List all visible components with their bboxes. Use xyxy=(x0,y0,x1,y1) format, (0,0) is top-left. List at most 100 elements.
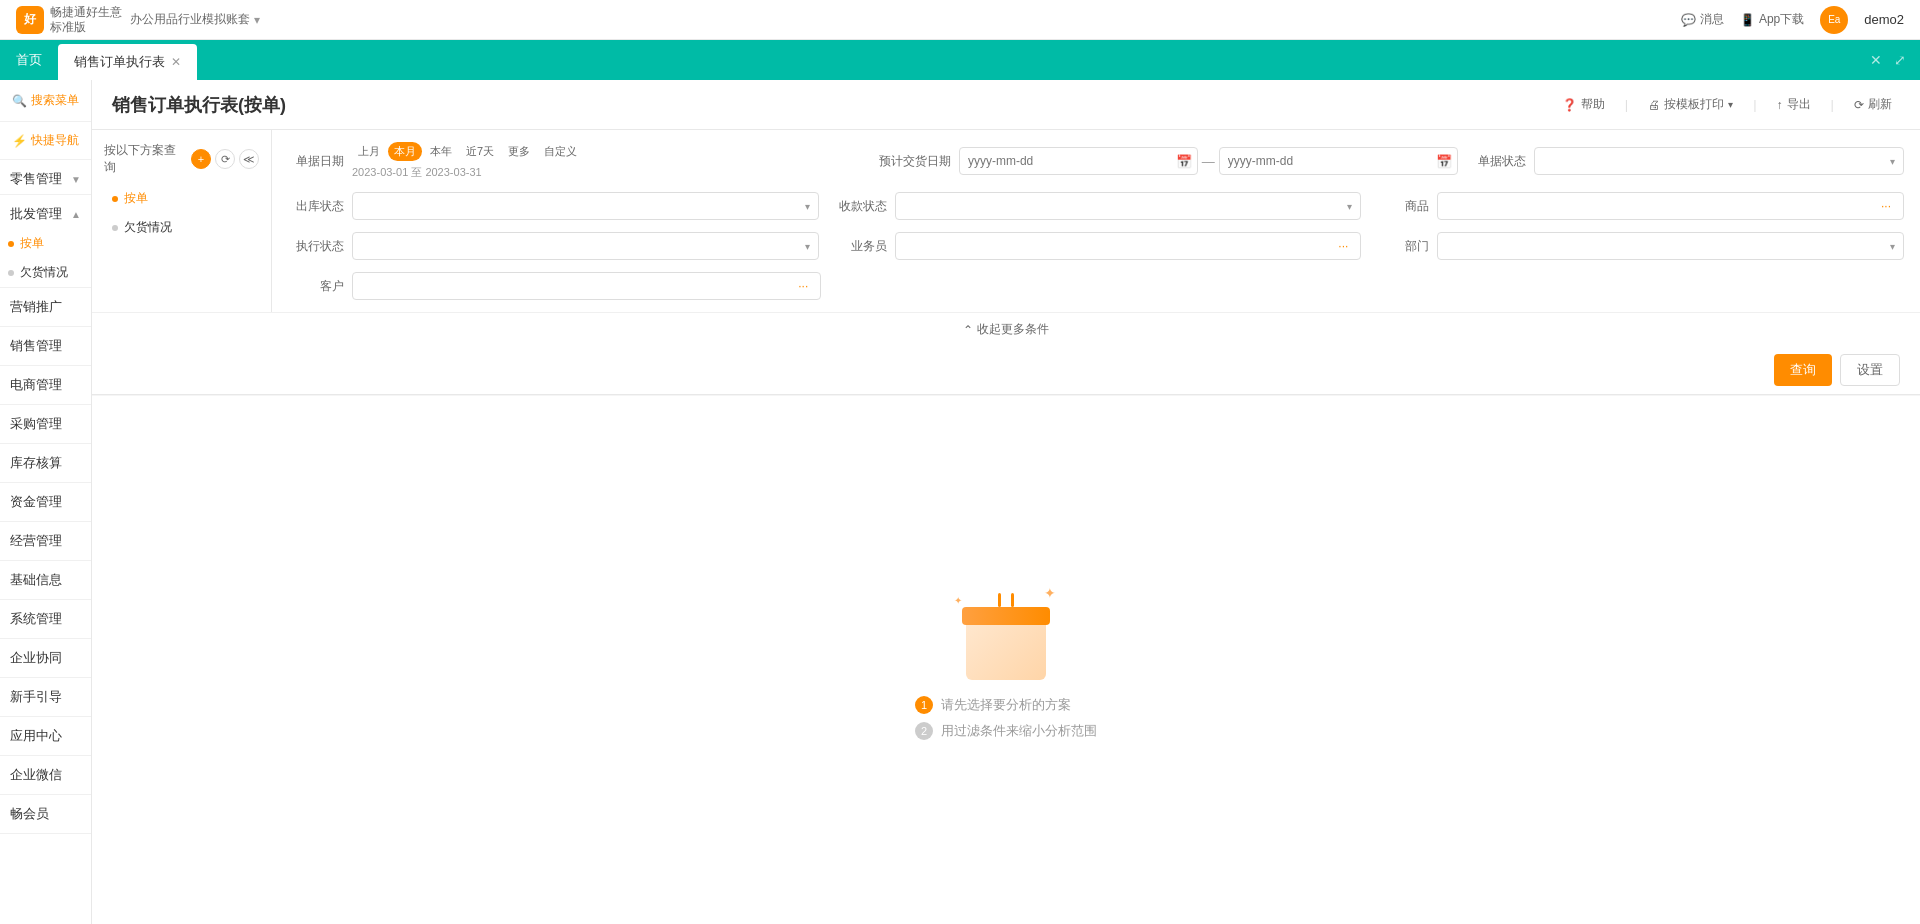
empty-text-area: 1 请先选择要分析的方案 2 用过滤条件来缩小分析范围 xyxy=(915,696,1097,740)
scheme-item-按单[interactable]: 按单 xyxy=(104,184,259,213)
filter-sidebar: 按以下方案查询 + ⟳ ≪ 按单 欠货情况 xyxy=(92,130,272,312)
filter-row-3: 执行状态 ▾ 业务员 ··· xyxy=(288,232,1904,260)
sidebar-item-sales[interactable]: 销售管理 xyxy=(0,327,91,366)
refresh-icon: ⟳ xyxy=(1854,98,1864,112)
sidebar-item-operations[interactable]: 经营管理 xyxy=(0,522,91,561)
help-button[interactable]: ❓ 帮助 xyxy=(1554,92,1613,117)
collection-status-select[interactable]: ▾ xyxy=(895,192,1362,220)
outbound-chevron-icon: ▾ xyxy=(805,201,810,212)
filter-layout: 按以下方案查询 + ⟳ ≪ 按单 欠货情况 xyxy=(92,130,1920,312)
sidebar-section-wholesale-header[interactable]: 批发管理 ▲ xyxy=(0,195,91,229)
search-menu-button[interactable]: 🔍 搜索菜单 xyxy=(10,88,81,113)
sidebar-item-按单[interactable]: 按单 xyxy=(0,229,91,258)
export-button[interactable]: ↑ 导出 xyxy=(1769,92,1819,117)
outbound-status-select[interactable]: ▾ xyxy=(352,192,819,220)
main-layout: 🔍 搜索菜单 ⚡ 快捷导航 零售管理 ▼ 批发管理 ▲ 按单 xyxy=(0,80,1920,924)
field-document-status: 单据状态 ▾ xyxy=(1470,147,1904,175)
sidebar-section-wholesale: 批发管理 ▲ 按单 欠货情况 xyxy=(0,195,91,288)
avatar: Ea xyxy=(1820,6,1848,34)
sidebar-item-marketing[interactable]: 营销推广 xyxy=(0,288,91,327)
department-select[interactable]: ▾ xyxy=(1437,232,1904,260)
sparkle-icon: ✦ xyxy=(1044,585,1056,601)
field-goods: 商品 ··· xyxy=(1373,192,1904,220)
sidebar-item-enterprise[interactable]: 企业协同 xyxy=(0,639,91,678)
delivery-date-start-input[interactable] xyxy=(959,147,1198,175)
customer-input-area: ··· xyxy=(352,272,821,300)
divider3: | xyxy=(1831,97,1834,112)
execution-status-label: 执行状态 xyxy=(288,238,344,255)
salesperson-more-button[interactable]: ··· xyxy=(1334,239,1352,253)
settings-button[interactable]: 设置 xyxy=(1840,354,1900,386)
date-tab-近7天[interactable]: 近7天 xyxy=(460,142,500,161)
collapse-up-icon: ⌃ xyxy=(963,323,973,337)
customer-more-button[interactable]: ··· xyxy=(794,279,812,293)
filter-panel: 按以下方案查询 + ⟳ ≪ 按单 欠货情况 xyxy=(92,130,1920,346)
sidebar-item-system[interactable]: 系统管理 xyxy=(0,600,91,639)
user-name[interactable]: demo2 xyxy=(1864,12,1904,27)
field-expected-delivery: 预计交货日期 📅 — 📅 xyxy=(879,147,1458,175)
sidebar-item-onboarding[interactable]: 新手引导 xyxy=(0,678,91,717)
execution-chevron-icon: ▾ xyxy=(805,241,810,252)
refresh-scheme-button[interactable]: ⟳ xyxy=(215,149,235,169)
date-tab-上月[interactable]: 上月 xyxy=(352,142,386,161)
tab-home[interactable]: 首页 xyxy=(0,40,58,80)
date-label: 单据日期 xyxy=(288,153,344,170)
scheme-active-dot xyxy=(112,196,118,202)
app-download-button[interactable]: 📱 App下载 xyxy=(1740,11,1804,28)
content-area: 销售订单执行表(按单) ❓ 帮助 | 🖨 按模板打印 ▾ | ↑ 导出 | xyxy=(92,80,1920,924)
outbound-status-label: 出库状态 xyxy=(288,198,344,215)
breadcrumb-chevron-icon[interactable]: ▾ xyxy=(254,13,260,27)
sidebar-section-retail-header[interactable]: 零售管理 ▼ xyxy=(0,160,91,194)
scheme-item-欠货情况[interactable]: 欠货情况 xyxy=(104,213,259,242)
window-maximize-button[interactable]: ⤢ xyxy=(1892,52,1908,68)
filter-sidebar-tools: + ⟳ ≪ xyxy=(191,149,259,169)
date-tab-本年[interactable]: 本年 xyxy=(424,142,458,161)
sidebar-item-purchase[interactable]: 采购管理 xyxy=(0,405,91,444)
refresh-button[interactable]: ⟳ 刷新 xyxy=(1846,92,1900,117)
goods-label: 商品 xyxy=(1373,198,1429,215)
empty-state: ✦ ✦ 1 请先选择要分析的方案 2 用过滤条件来缩小分析范围 xyxy=(92,396,1920,924)
sidebar-item-basic[interactable]: 基础信息 xyxy=(0,561,91,600)
scheme-dot-icon xyxy=(112,225,118,231)
execution-status-select[interactable]: ▾ xyxy=(352,232,819,260)
download-icon: 📱 xyxy=(1740,13,1755,27)
filter-collapse-button[interactable]: ⌃ 收起更多条件 xyxy=(92,312,1920,346)
goods-more-button[interactable]: ··· xyxy=(1877,199,1895,213)
quick-nav-area: ⚡ 快捷导航 xyxy=(0,122,91,160)
topbar-right: 💬 消息 📱 App下载 Ea demo2 xyxy=(1681,6,1904,34)
date-tabs: 上月 本月 本年 近7天 更多 自定义 xyxy=(352,142,867,161)
collapse-scheme-button[interactable]: ≪ xyxy=(239,149,259,169)
sidebar-item-欠货情况[interactable]: 欠货情况 xyxy=(0,258,91,287)
quick-nav-button[interactable]: ⚡ 快捷导航 xyxy=(10,128,81,153)
field-department: 部门 ▾ xyxy=(1373,232,1904,260)
template-print-button[interactable]: 🖨 按模板打印 ▾ xyxy=(1640,92,1741,117)
date-tab-本月[interactable]: 本月 xyxy=(388,142,422,161)
page-title: 销售订单执行表(按单) xyxy=(112,93,286,129)
date-tab-更多[interactable]: 更多 xyxy=(502,142,536,161)
date-tab-自定义[interactable]: 自定义 xyxy=(538,142,583,161)
add-scheme-button[interactable]: + xyxy=(191,149,211,169)
sidebar-item-member[interactable]: 畅会员 xyxy=(0,795,91,834)
sidebar-item-enterprise-wx[interactable]: 企业微信 xyxy=(0,756,91,795)
delivery-date-start-wrap: 📅 xyxy=(959,147,1198,175)
sidebar-item-inventory[interactable]: 库存核算 xyxy=(0,444,91,483)
print-chevron-icon: ▾ xyxy=(1728,99,1733,110)
delivery-date-end-input[interactable] xyxy=(1219,147,1458,175)
sidebar-item-app-center[interactable]: 应用中心 xyxy=(0,717,91,756)
date-range-text: 2023-03-01 至 2023-03-31 xyxy=(352,165,867,180)
box-lid xyxy=(962,607,1050,625)
sidebar: 🔍 搜索菜单 ⚡ 快捷导航 零售管理 ▼ 批发管理 ▲ 按单 xyxy=(0,80,92,924)
tab-close-icon[interactable]: ✕ xyxy=(171,55,181,69)
sidebar-item-finance[interactable]: 资金管理 xyxy=(0,483,91,522)
sidebar-item-ecommerce[interactable]: 电商管理 xyxy=(0,366,91,405)
message-button[interactable]: 💬 消息 xyxy=(1681,11,1724,28)
document-status-select[interactable]: ▾ xyxy=(1534,147,1904,175)
export-icon: ↑ xyxy=(1777,98,1783,112)
window-close-button[interactable]: ✕ xyxy=(1868,52,1884,68)
dot-icon xyxy=(8,270,14,276)
tab-sales-order-execution[interactable]: 销售订单执行表 ✕ xyxy=(58,44,197,80)
query-button[interactable]: 查询 xyxy=(1774,354,1832,386)
date-control: 上月 本月 本年 近7天 更多 自定义 2023-03-01 至 2023-03… xyxy=(352,142,867,180)
empty-text-item-2: 2 用过滤条件来缩小分析范围 xyxy=(915,722,1097,740)
goods-input-area: ··· xyxy=(1437,192,1904,220)
